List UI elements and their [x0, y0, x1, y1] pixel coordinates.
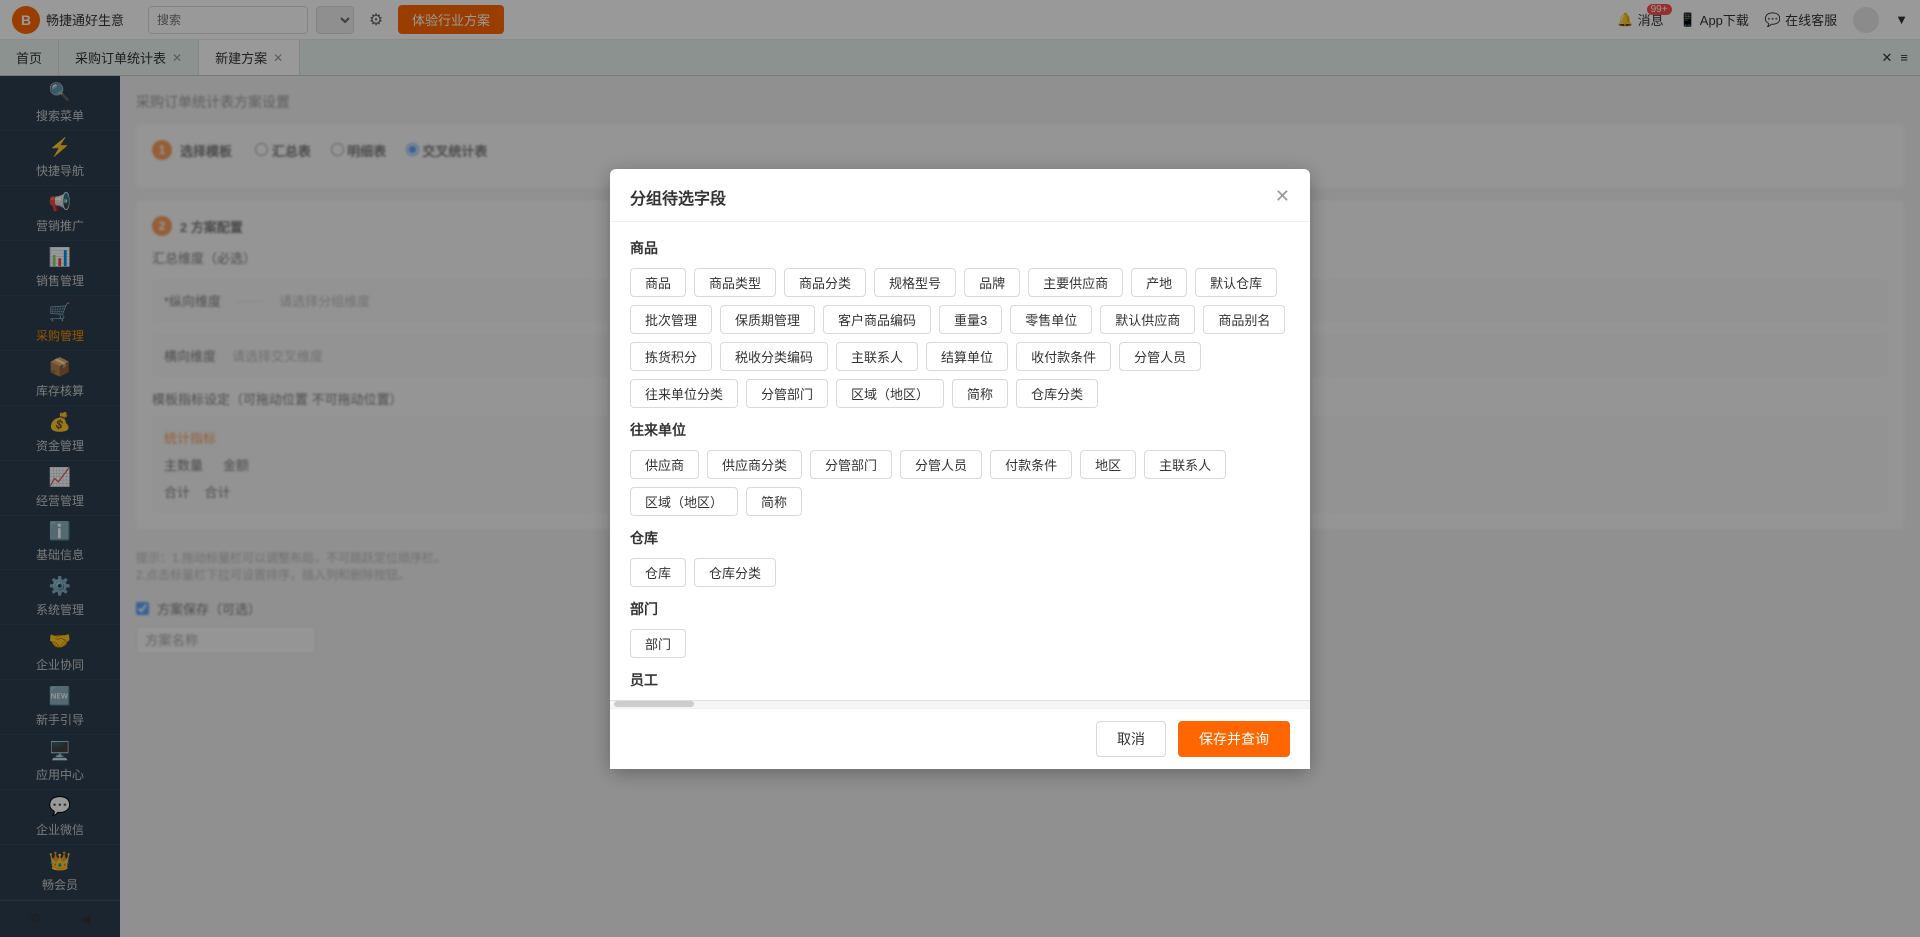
field-tag-origin[interactable]: 产地 — [1131, 268, 1187, 297]
save-query-button[interactable]: 保存并查询 — [1178, 721, 1290, 757]
field-tag-customer-code[interactable]: 客户商品编码 — [823, 305, 931, 334]
field-tag-goods-alias[interactable]: 商品别名 — [1203, 305, 1285, 334]
dialog-hscroll[interactable] — [610, 700, 1310, 708]
goods-field-tags: 商品 商品类型 商品分类 规格型号 品牌 主要供应商 产地 默认仓库 批次管理 … — [630, 268, 1290, 408]
section-title-warehouse: 仓库 — [630, 528, 1290, 548]
field-tag-goods-category[interactable]: 商品分类 — [784, 268, 866, 297]
field-tag-region2[interactable]: 区域（地区） — [630, 487, 738, 516]
field-tag-managing-dept[interactable]: 分管部门 — [746, 379, 828, 408]
field-tag-related-category[interactable]: 往来单位分类 — [630, 379, 738, 408]
field-tag-retail-unit[interactable]: 零售单位 — [1010, 305, 1092, 334]
modal-overlay: 分组待选字段 ✕ 商品 商品 商品类型 商品分类 规格型号 品牌 主要供应商 产… — [0, 0, 1920, 937]
field-tag-supplier-cat[interactable]: 供应商分类 — [707, 450, 802, 479]
field-tag-spec-model[interactable]: 规格型号 — [874, 268, 956, 297]
field-select-dialog: 分组待选字段 ✕ 商品 商品 商品类型 商品分类 规格型号 品牌 主要供应商 产… — [610, 169, 1310, 769]
field-tag-pick-points[interactable]: 拣货积分 — [630, 342, 712, 371]
field-tag-dept[interactable]: 部门 — [630, 629, 686, 658]
field-tag-weight[interactable]: 重量3 — [939, 305, 1002, 334]
partner-field-tags: 供应商 供应商分类 分管部门 分管人员 付款条件 地区 主联系人 区域（地区） … — [630, 450, 1290, 516]
field-tag-default-warehouse[interactable]: 默认仓库 — [1195, 268, 1277, 297]
field-tag-partner-dept[interactable]: 分管部门 — [810, 450, 892, 479]
dialog-title: 分组待选字段 — [630, 185, 726, 209]
field-tag-manager[interactable]: 分管人员 — [1119, 342, 1201, 371]
field-tag-warehouse-cat[interactable]: 仓库分类 — [1016, 379, 1098, 408]
section-title-partner: 往来单位 — [630, 420, 1290, 440]
field-tag-main-supplier[interactable]: 主要供应商 — [1028, 268, 1123, 297]
field-tag-supplier[interactable]: 供应商 — [630, 450, 699, 479]
field-tag-main-contact2[interactable]: 主联系人 — [1144, 450, 1226, 479]
field-tag-default-supplier[interactable]: 默认供应商 — [1100, 305, 1195, 334]
field-tag-goods[interactable]: 商品 — [630, 268, 686, 297]
dialog-footer: 取消 保存并查询 — [610, 708, 1310, 769]
section-title-employee: 员工 — [630, 670, 1290, 690]
field-tag-payment-terms[interactable]: 收付款条件 — [1016, 342, 1111, 371]
field-tag-short-name[interactable]: 简称 — [952, 379, 1008, 408]
dept-field-tags: 部门 — [630, 629, 1290, 658]
cancel-button[interactable]: 取消 — [1096, 721, 1166, 757]
field-tag-brand[interactable]: 品牌 — [964, 268, 1020, 297]
warehouse-field-tags: 仓库 仓库分类 — [630, 558, 1290, 587]
field-tag-warehouse-category[interactable]: 仓库分类 — [694, 558, 776, 587]
field-tag-region[interactable]: 区域（地区） — [836, 379, 944, 408]
field-tag-payment-cond[interactable]: 付款条件 — [990, 450, 1072, 479]
field-tag-partner-manager[interactable]: 分管人员 — [900, 450, 982, 479]
field-tag-main-contact[interactable]: 主联系人 — [836, 342, 918, 371]
field-tag-warehouse[interactable]: 仓库 — [630, 558, 686, 587]
hscroll-thumb — [614, 701, 694, 707]
field-tag-settlement-unit[interactable]: 结算单位 — [926, 342, 1008, 371]
field-tag-shelf-life[interactable]: 保质期管理 — [720, 305, 815, 334]
field-tag-tax-code[interactable]: 税收分类编码 — [720, 342, 828, 371]
field-tag-short-name2[interactable]: 简称 — [746, 487, 802, 516]
section-title-dept: 部门 — [630, 599, 1290, 619]
dialog-header: 分组待选字段 ✕ — [610, 169, 1310, 222]
field-tag-goods-type[interactable]: 商品类型 — [694, 268, 776, 297]
dialog-close-button[interactable]: ✕ — [1275, 186, 1290, 207]
field-tag-batch-mgmt[interactable]: 批次管理 — [630, 305, 712, 334]
dialog-body[interactable]: 商品 商品 商品类型 商品分类 规格型号 品牌 主要供应商 产地 默认仓库 批次… — [610, 222, 1310, 700]
section-title-goods: 商品 — [630, 238, 1290, 258]
field-tag-area[interactable]: 地区 — [1080, 450, 1136, 479]
